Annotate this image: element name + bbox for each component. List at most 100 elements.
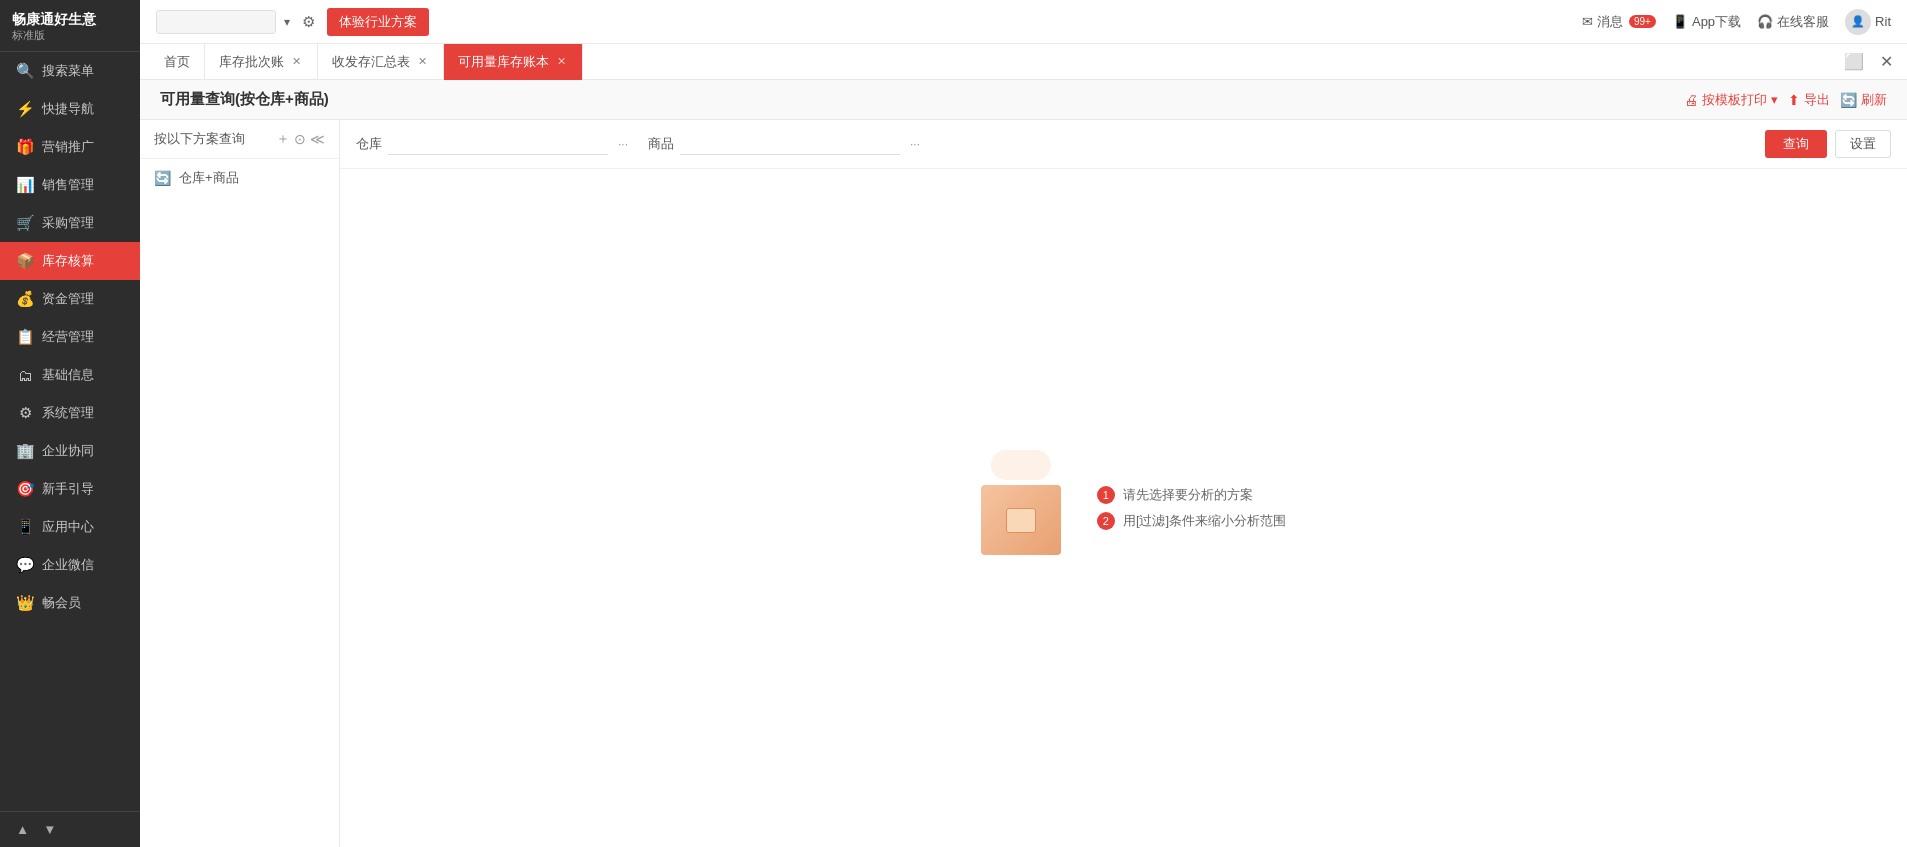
user-avatar-text: 👤	[1851, 15, 1865, 28]
tab-available-account[interactable]: 可用量库存账本 ✕	[444, 44, 583, 80]
warehouse-more-btn[interactable]: ···	[614, 137, 632, 151]
export-label: 导出	[1804, 91, 1830, 109]
topbar-left: ▾ ⚙ 体验行业方案	[156, 8, 429, 36]
filter-collapse-btn[interactable]: ≪	[310, 130, 325, 148]
goods-filter-input[interactable]	[680, 133, 900, 155]
warehouse-filter-input[interactable]	[388, 133, 608, 155]
tab-home-label: 首页	[164, 53, 190, 71]
sidebar-icon-basic: 🗂	[16, 367, 34, 384]
sidebar-scroll-up-btn[interactable]: ▲	[12, 820, 33, 839]
sidebar-item-wechat[interactable]: 💬企业微信	[0, 546, 140, 584]
export-icon: ⬆	[1788, 92, 1800, 108]
filter-panel-label: 按以下方案查询	[154, 130, 245, 148]
tabbar-maximize-btn[interactable]: ⬜	[1838, 50, 1870, 73]
sidebar-icon-enterprise: 🏢	[16, 442, 34, 460]
sidebar-label-shortcut: 快捷导航	[42, 100, 94, 118]
sidebar-label-system: 系统管理	[42, 404, 94, 422]
sidebar-item-enterprise[interactable]: 🏢 企业协同	[0, 432, 140, 470]
filter-item-label: 仓库+商品	[179, 169, 239, 187]
sidebar-label-guide: 新手引导	[42, 480, 94, 498]
filter-header-actions: ＋ ⊙ ≪	[276, 130, 325, 148]
empty-center-content: 1 请先选择要分析的方案 2 用[过滤]条件来缩小分析范围	[961, 445, 1286, 571]
empty-hint-1: 1 请先选择要分析的方案	[1097, 486, 1286, 504]
sidebar-icon-sales: 📊	[16, 176, 34, 194]
sidebar-icon-purchase: 🛒	[16, 214, 34, 232]
filter-add-btn[interactable]: ＋	[276, 130, 290, 148]
filter-settings-btn[interactable]: ⊙	[294, 130, 306, 148]
tab-batch-account-close[interactable]: ✕	[290, 55, 303, 68]
main-container: ▾ ⚙ 体验行业方案 ✉ 消息 99+ 📱 App下载 🎧 在线客服 👤	[140, 0, 1907, 847]
tab-available-account-label: 可用量库存账本	[458, 53, 549, 71]
template-print-label: 按模板打印	[1702, 91, 1767, 109]
topbar-online-service[interactable]: 🎧 在线客服	[1757, 13, 1829, 31]
sidebar-item-finance[interactable]: 💰资金管理	[0, 280, 140, 318]
tab-collect-summary-close[interactable]: ✕	[416, 55, 429, 68]
tab-collect-summary[interactable]: 收发存汇总表 ✕	[318, 44, 444, 80]
sidebar-icon-shortcut: ⚡	[16, 100, 34, 118]
sidebar-icon-guide: 🎯	[16, 480, 34, 498]
topbar-dropdown-btn[interactable]: ▾	[284, 15, 290, 29]
sidebar-item-sales[interactable]: 📊销售管理	[0, 166, 140, 204]
sidebar-icon-system: ⚙	[16, 404, 34, 422]
sidebar-label-marketing: 营销推广	[42, 138, 94, 156]
sidebar-item-operations[interactable]: 📋 经营管理	[0, 318, 140, 356]
empty-state: 1 请先选择要分析的方案 2 用[过滤]条件来缩小分析范围	[340, 169, 1907, 847]
sidebar-scroll: 🔍搜索菜单 ⚡ 快捷导航 🎁营销推广📊销售管理🛒采购管理 📦 库存核算 💰资金管理 📋 经营管理…	[0, 52, 140, 811]
tab-home[interactable]: 首页	[144, 44, 205, 80]
export-btn[interactable]: ⬆ 导出	[1788, 91, 1830, 109]
query-btn[interactable]: 查询	[1765, 130, 1827, 158]
app-download-label: App下载	[1692, 13, 1741, 31]
tabbar-actions: ⬜ ✕	[1838, 50, 1907, 73]
page-title: 可用量查询(按仓库+商品)	[160, 90, 329, 109]
filter-item-warehouse-goods[interactable]: 🔄 仓库+商品	[140, 159, 339, 197]
settings-right-btn[interactable]: 设置	[1835, 130, 1891, 158]
hint-num-1: 1	[1097, 486, 1115, 504]
sidebar-scroll-down-btn[interactable]: ▼	[39, 820, 60, 839]
tab-batch-account[interactable]: 库存批次账 ✕	[205, 44, 318, 80]
sidebar-item-member[interactable]: 👑畅会员	[0, 584, 140, 622]
topbar-app-download[interactable]: 📱 App下载	[1672, 13, 1741, 31]
tab-collect-summary-label: 收发存汇总表	[332, 53, 410, 71]
empty-hints: 1 请先选择要分析的方案 2 用[过滤]条件来缩小分析范围	[1097, 486, 1286, 530]
topbar-settings-btn[interactable]: ⚙	[298, 9, 319, 35]
sidebar-item-system[interactable]: ⚙ 系统管理	[0, 394, 140, 432]
topbar-industry-btn[interactable]: 体验行业方案	[327, 8, 429, 36]
sidebar-item-apps[interactable]: 📱应用中心	[0, 508, 140, 546]
message-icon: ✉	[1582, 14, 1593, 29]
refresh-btn[interactable]: 🔄 刷新	[1840, 91, 1887, 109]
empty-illustration	[961, 445, 1081, 555]
page-header-actions: 🖨 按模板打印 ▾ ⬆ 导出 🔄 刷新	[1684, 91, 1887, 109]
sidebar-icon-inventory: 📦	[16, 252, 34, 270]
sidebar-item-search[interactable]: 🔍搜索菜单	[0, 52, 140, 90]
topbar-search-input[interactable]	[156, 10, 276, 34]
refresh-label: 刷新	[1861, 91, 1887, 109]
sidebar-footer: ▲ ▼	[0, 811, 140, 847]
warehouse-filter-group: 仓库 ···	[356, 133, 632, 155]
topbar: ▾ ⚙ 体验行业方案 ✉ 消息 99+ 📱 App下载 🎧 在线客服 👤	[140, 0, 1907, 44]
sidebar-item-purchase[interactable]: 🛒采购管理	[0, 204, 140, 242]
sidebar-item-guide[interactable]: 🎯 新手引导	[0, 470, 140, 508]
sidebar-item-inventory[interactable]: 📦 库存核算	[0, 242, 140, 280]
tabbar: 首页 库存批次账 ✕ 收发存汇总表 ✕ 可用量库存账本 ✕ ⬜ ✕	[140, 44, 1907, 80]
hint-1-text: 请先选择要分析的方案	[1123, 486, 1253, 504]
template-print-dropdown-icon[interactable]: ▾	[1771, 92, 1778, 107]
sidebar-icon-operations: 📋	[16, 328, 34, 346]
sidebar-label-enterprise: 企业协同	[42, 442, 94, 460]
hint-num-2: 2	[1097, 512, 1115, 530]
sidebar-label-operations: 经营管理	[42, 328, 94, 346]
sidebar-label-wechat: 企业微信	[42, 556, 94, 574]
sidebar-icon-finance: 💰	[16, 290, 34, 308]
goods-more-btn[interactable]: ···	[906, 137, 924, 151]
sidebar-label-inventory: 库存核算	[42, 252, 94, 270]
sidebar-item-basic[interactable]: 🗂基础信息	[0, 356, 140, 394]
topbar-user[interactable]: 👤 Rit	[1845, 9, 1891, 35]
topbar-message[interactable]: ✉ 消息 99+	[1582, 13, 1656, 31]
template-print-btn[interactable]: 🖨 按模板打印 ▾	[1684, 91, 1778, 109]
filter-panel-header: 按以下方案查询 ＋ ⊙ ≪	[140, 120, 339, 159]
sidebar-item-marketing[interactable]: 🎁营销推广	[0, 128, 140, 166]
tabbar-close-all-btn[interactable]: ✕	[1874, 50, 1899, 73]
tab-batch-account-label: 库存批次账	[219, 53, 284, 71]
empty-cloud	[991, 450, 1051, 480]
tab-available-account-close[interactable]: ✕	[555, 55, 568, 68]
sidebar-item-shortcut[interactable]: ⚡ 快捷导航	[0, 90, 140, 128]
